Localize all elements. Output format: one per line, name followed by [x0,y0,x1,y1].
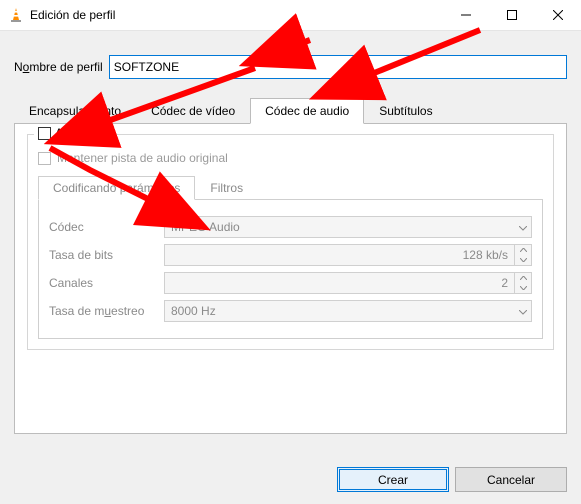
audio-enable-checkbox[interactable] [38,127,51,140]
window-title: Edición de perfil [30,8,115,22]
chevron-up-icon [515,245,531,255]
audio-group: Audio Mantener pista de audio original C… [27,134,554,350]
dialog-buttons: Crear Cancelar [337,467,567,492]
codec-select[interactable]: MPEG Audio [164,216,532,238]
chevron-down-icon [515,255,531,265]
tab-encapsulation[interactable]: Encapsulamiento [14,98,136,124]
bitrate-spinner[interactable]: 128 kb/s [164,244,532,266]
keep-original-checkbox[interactable] [38,152,51,165]
tab-audio-codec[interactable]: Códec de audio [250,98,364,124]
encoding-tabs: Codificando parámetros Filtros [38,175,543,200]
codec-label: Códec [49,220,164,234]
chevron-down-icon [519,304,527,318]
profile-name-row: Nombre de perfil [14,55,567,79]
close-button[interactable] [535,0,581,30]
maximize-button[interactable] [489,0,535,30]
chevron-up-icon [515,273,531,283]
encoding-form: Códec MPEG Audio Tasa de bits 128 kb/s [38,200,543,339]
audio-tab-panel: Audio Mantener pista de audio original C… [14,124,567,434]
profile-edit-window: Edición de perfil Nombre de perfil Encap… [0,0,581,504]
create-button[interactable]: Crear [337,467,449,492]
samplerate-label: Tasa de muestreo [49,304,164,318]
tab-video-codec[interactable]: Códec de vídeo [136,98,250,124]
tab-filters[interactable]: Filtros [195,176,258,200]
tab-encoding-params[interactable]: Codificando parámetros [38,176,195,200]
chevron-down-icon [519,220,527,234]
tab-subtitles[interactable]: Subtítulos [364,98,447,124]
bitrate-label: Tasa de bits [49,248,164,262]
spinner-buttons[interactable] [514,273,531,293]
cancel-button[interactable]: Cancelar [455,467,567,492]
audio-group-legend: Audio [55,126,86,140]
main-tabs: Encapsulamiento Códec de vídeo Códec de … [14,97,567,124]
minimize-button[interactable] [443,0,489,30]
samplerate-select[interactable]: 8000 Hz [164,300,532,322]
chevron-down-icon [515,283,531,293]
spinner-buttons[interactable] [514,245,531,265]
channels-spinner[interactable]: 2 [164,272,532,294]
keep-original-label: Mantener pista de audio original [57,151,228,165]
vlc-cone-icon [8,7,24,23]
profile-name-label: Nombre de perfil [14,60,103,74]
title-bar: Edición de perfil [0,0,581,31]
channels-label: Canales [49,276,164,290]
profile-name-input[interactable] [109,55,567,79]
keep-original-row: Mantener pista de audio original [38,151,543,165]
